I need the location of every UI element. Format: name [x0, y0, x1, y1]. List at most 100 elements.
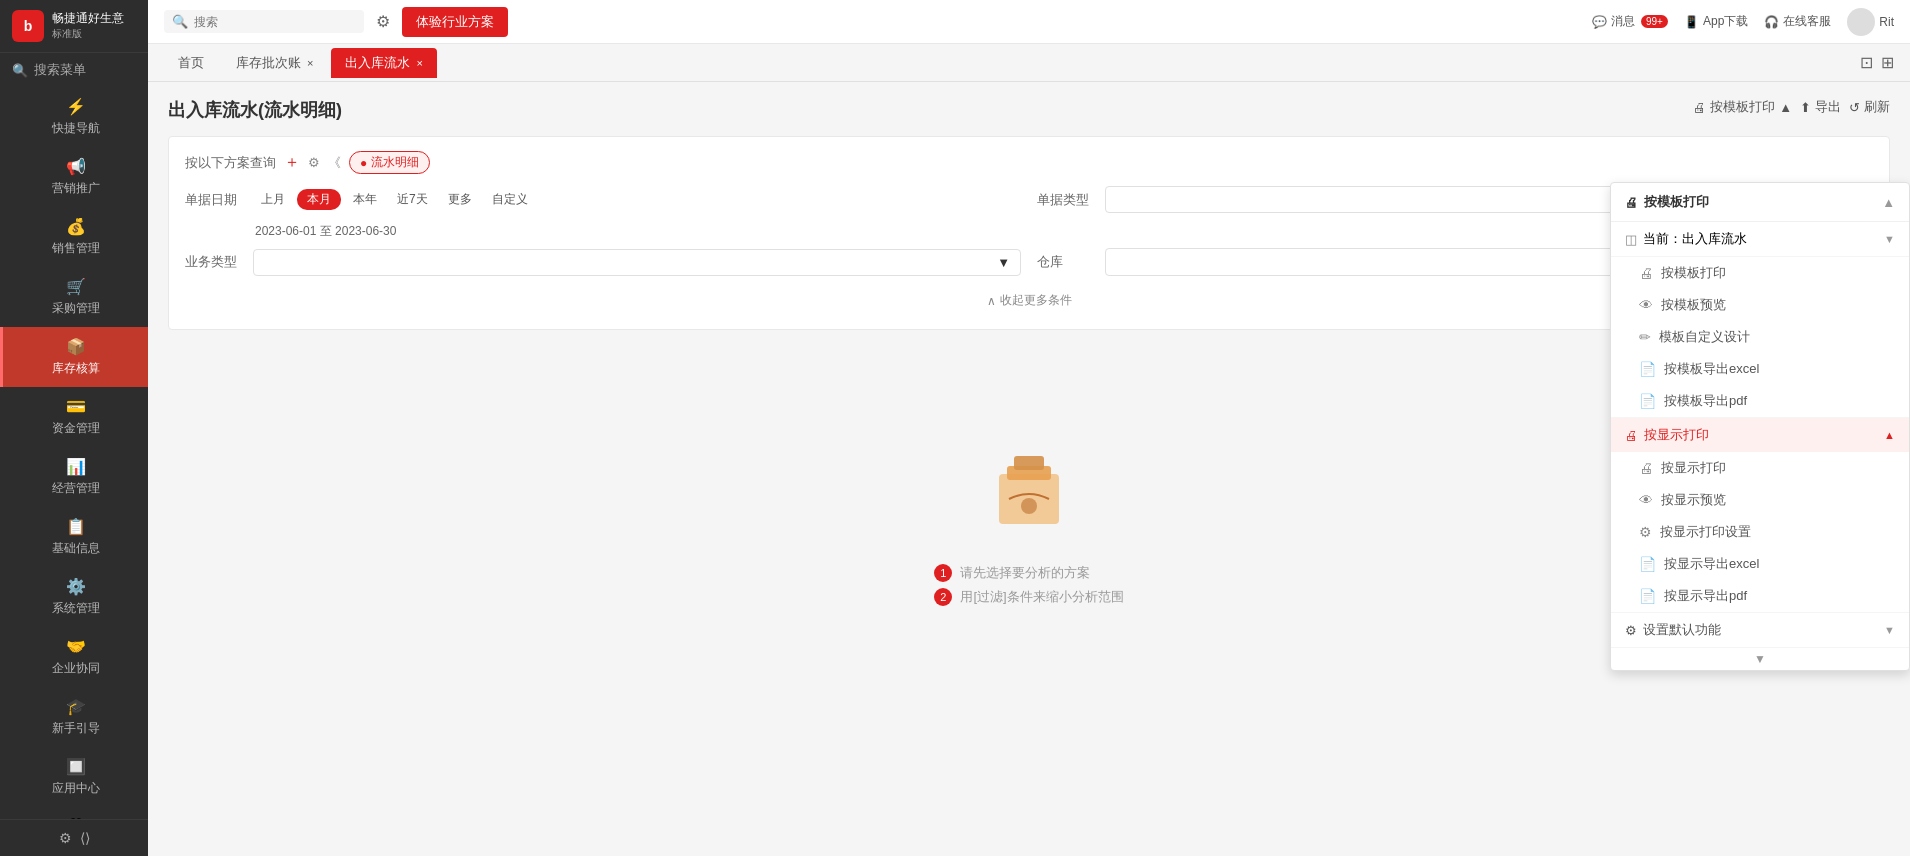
- tab-flow-close[interactable]: ×: [416, 57, 422, 69]
- display-chevron-icon: ▲: [1884, 429, 1895, 441]
- template-pdf-icon: 📄: [1639, 393, 1656, 409]
- sidebar-item-quick-nav[interactable]: ⚡ 快捷导航: [0, 87, 148, 147]
- print-btn[interactable]: 🖨 按模板打印 ▲: [1693, 98, 1792, 116]
- dropdown-title: 按模板打印: [1644, 193, 1709, 211]
- display-preview-icon: 👁: [1639, 492, 1653, 508]
- sidebar-search[interactable]: 🔍 搜索菜单: [0, 53, 148, 87]
- page-title: 出入库流水(流水明细): [168, 98, 1890, 122]
- dropdown-template-export-pdf[interactable]: 📄 按模板导出pdf: [1611, 385, 1909, 417]
- tab-batch-label: 库存批次账: [236, 54, 301, 72]
- dropdown-display-header[interactable]: 🖨 按显示打印 ▲: [1611, 418, 1909, 452]
- sidebar-item-basic[interactable]: 📋 基础信息: [0, 507, 148, 567]
- sidebar-item-marketing[interactable]: 📢 营销推广: [0, 147, 148, 207]
- dropdown-display-preview-label: 按显示预览: [1661, 491, 1726, 509]
- sidebar-item-guide[interactable]: 🎓 新手引导: [0, 687, 148, 747]
- message-btn[interactable]: 💬 消息 99+: [1592, 13, 1668, 30]
- sidebar-item-sales[interactable]: 💰 销售管理: [0, 207, 148, 267]
- enterprise-icon: 🤝: [66, 637, 86, 656]
- purchase-icon: 🛒: [66, 277, 86, 296]
- empty-steps: 1 请先选择要分析的方案 2 用[过滤]条件来缩小分析范围: [934, 564, 1123, 612]
- date-tab-more[interactable]: 更多: [440, 189, 480, 210]
- service-icon: 🎧: [1764, 15, 1779, 29]
- filter-collapse-btn[interactable]: 《: [328, 154, 341, 172]
- export-btn[interactable]: ⬆ 导出: [1800, 98, 1841, 116]
- sidebar-logo: b 畅捷通好生意 标准版: [0, 0, 148, 53]
- sidebar-item-apps[interactable]: 🔲 应用中心: [0, 747, 148, 807]
- date-tab-last-month[interactable]: 上月: [253, 189, 293, 210]
- dropdown-current-label: 当前：出入库流水: [1643, 230, 1747, 248]
- tab-batch[interactable]: 库存批次账 ×: [222, 48, 327, 78]
- scroll-down-arrow[interactable]: ▼: [1754, 652, 1766, 666]
- message-label: 消息: [1611, 13, 1635, 30]
- tab-flow[interactable]: 出入库流水 ×: [331, 48, 436, 78]
- empty-step-1: 1 请先选择要分析的方案: [934, 564, 1123, 582]
- app-download-btn[interactable]: 📱 App下载: [1684, 13, 1748, 30]
- collapse-sidebar-icon[interactable]: ⟨⟩: [80, 830, 90, 846]
- online-service-btn[interactable]: 🎧 在线客服: [1764, 13, 1831, 30]
- dropdown-display-print-settings[interactable]: ⚙ 按显示打印设置: [1611, 516, 1909, 548]
- tab-home-label: 首页: [178, 54, 204, 72]
- dropdown-display-export-pdf[interactable]: 📄 按显示导出pdf: [1611, 580, 1909, 612]
- dropdown-scroll: ▼: [1611, 648, 1909, 670]
- topbar: 🔍 ⚙ 体验行业方案 💬 消息 99+ 📱 App下载 🎧 在线客服 Rit: [148, 0, 1910, 44]
- export-label: 导出: [1815, 98, 1841, 116]
- sidebar-item-wechat[interactable]: 💬 企业微信: [0, 807, 148, 819]
- filter-tag[interactable]: ● 流水明细: [349, 151, 430, 174]
- sidebar-item-system[interactable]: ⚙️ 系统管理: [0, 567, 148, 627]
- topbar-search-box[interactable]: 🔍: [164, 10, 364, 33]
- user-menu[interactable]: Rit: [1847, 8, 1894, 36]
- dropdown-display-excel-label: 按显示导出excel: [1664, 555, 1759, 573]
- sidebar-item-label: 系统管理: [52, 600, 100, 617]
- sidebar-item-purchase[interactable]: 🛒 采购管理: [0, 267, 148, 327]
- date-tab-custom[interactable]: 自定义: [484, 189, 536, 210]
- svg-rect-2: [1014, 456, 1044, 470]
- topbar-search-input[interactable]: [194, 15, 334, 29]
- defaults-label: 设置默认功能: [1643, 621, 1721, 639]
- dropdown-template-preview-label: 按模板预览: [1661, 296, 1726, 314]
- tabbar: 首页 库存批次账 × 出入库流水 × ⊡ ⊞: [148, 44, 1910, 82]
- dropdown-template-preview[interactable]: 👁 按模板预览: [1611, 289, 1909, 321]
- sidebar-item-label: 经营管理: [52, 480, 100, 497]
- dropdown-template-print[interactable]: 🖨 按模板打印: [1611, 257, 1909, 289]
- tab-home[interactable]: 首页: [164, 48, 218, 78]
- sidebar-item-inventory[interactable]: 📦 库存核算: [0, 327, 148, 387]
- filter-header: 按以下方案查询 ＋ ⚙ 《 ● 流水明细: [185, 151, 1873, 174]
- sidebar-item-finance[interactable]: 💳 资金管理: [0, 387, 148, 447]
- date-tab-7days[interactable]: 近7天: [389, 189, 436, 210]
- sidebar-item-operations[interactable]: 📊 经营管理: [0, 447, 148, 507]
- biztype-select[interactable]: ▼: [253, 249, 1021, 276]
- tab-batch-close[interactable]: ×: [307, 57, 313, 69]
- refresh-icon: ↺: [1849, 100, 1860, 115]
- dropdown-display-print[interactable]: 🖨 按显示打印: [1611, 452, 1909, 484]
- dropdown-template-excel-label: 按模板导出excel: [1664, 360, 1759, 378]
- dropdown-display-settings-label: 按显示打印设置: [1660, 523, 1751, 541]
- settings-bottom-icon[interactable]: ⚙: [59, 830, 72, 846]
- dropdown-display-export-excel[interactable]: 📄 按显示导出excel: [1611, 548, 1909, 580]
- filter-add-btn[interactable]: ＋: [284, 152, 300, 173]
- dropdown-template-export-excel[interactable]: 📄 按模板导出excel: [1611, 353, 1909, 385]
- svg-point-3: [1021, 498, 1037, 514]
- marketing-icon: 📢: [66, 157, 86, 176]
- date-label: 单据日期: [185, 191, 245, 209]
- industry-btn[interactable]: 体验行业方案: [402, 7, 508, 37]
- filter-setting-btn[interactable]: ⚙: [308, 155, 320, 170]
- maximize-window-icon[interactable]: ⊞: [1881, 53, 1894, 72]
- dropdown-display-preview[interactable]: 👁 按显示预览: [1611, 484, 1909, 516]
- topbar-gear-icon[interactable]: ⚙: [376, 12, 390, 31]
- date-tab-this-year[interactable]: 本年: [345, 189, 385, 210]
- restore-window-icon[interactable]: ⊡: [1860, 53, 1873, 72]
- dropdown-current-chevron: ▼: [1884, 233, 1895, 245]
- biztype-label: 业务类型: [185, 253, 245, 271]
- dropdown-template-customize[interactable]: ✏ 模板自定义设计: [1611, 321, 1909, 353]
- template-customize-icon: ✏: [1639, 329, 1651, 345]
- display-print-icon: 🖨: [1639, 460, 1653, 476]
- page-content: 出入库流水(流水明细) 🖨 按模板打印 ▲ ⬆ 导出 ↺ 刷新 按以下方案查询 …: [148, 82, 1910, 856]
- display-pdf-icon: 📄: [1639, 588, 1656, 604]
- sidebar-item-label: 资金管理: [52, 420, 100, 437]
- date-tab-this-month[interactable]: 本月: [297, 189, 341, 210]
- dropdown-defaults-header[interactable]: ⚙ 设置默认功能 ▼: [1611, 613, 1909, 647]
- sidebar-item-enterprise[interactable]: 🤝 企业协同: [0, 627, 148, 687]
- dropdown-template-pdf-label: 按模板导出pdf: [1664, 392, 1747, 410]
- refresh-btn[interactable]: ↺ 刷新: [1849, 98, 1890, 116]
- search-label: 搜索菜单: [34, 61, 86, 79]
